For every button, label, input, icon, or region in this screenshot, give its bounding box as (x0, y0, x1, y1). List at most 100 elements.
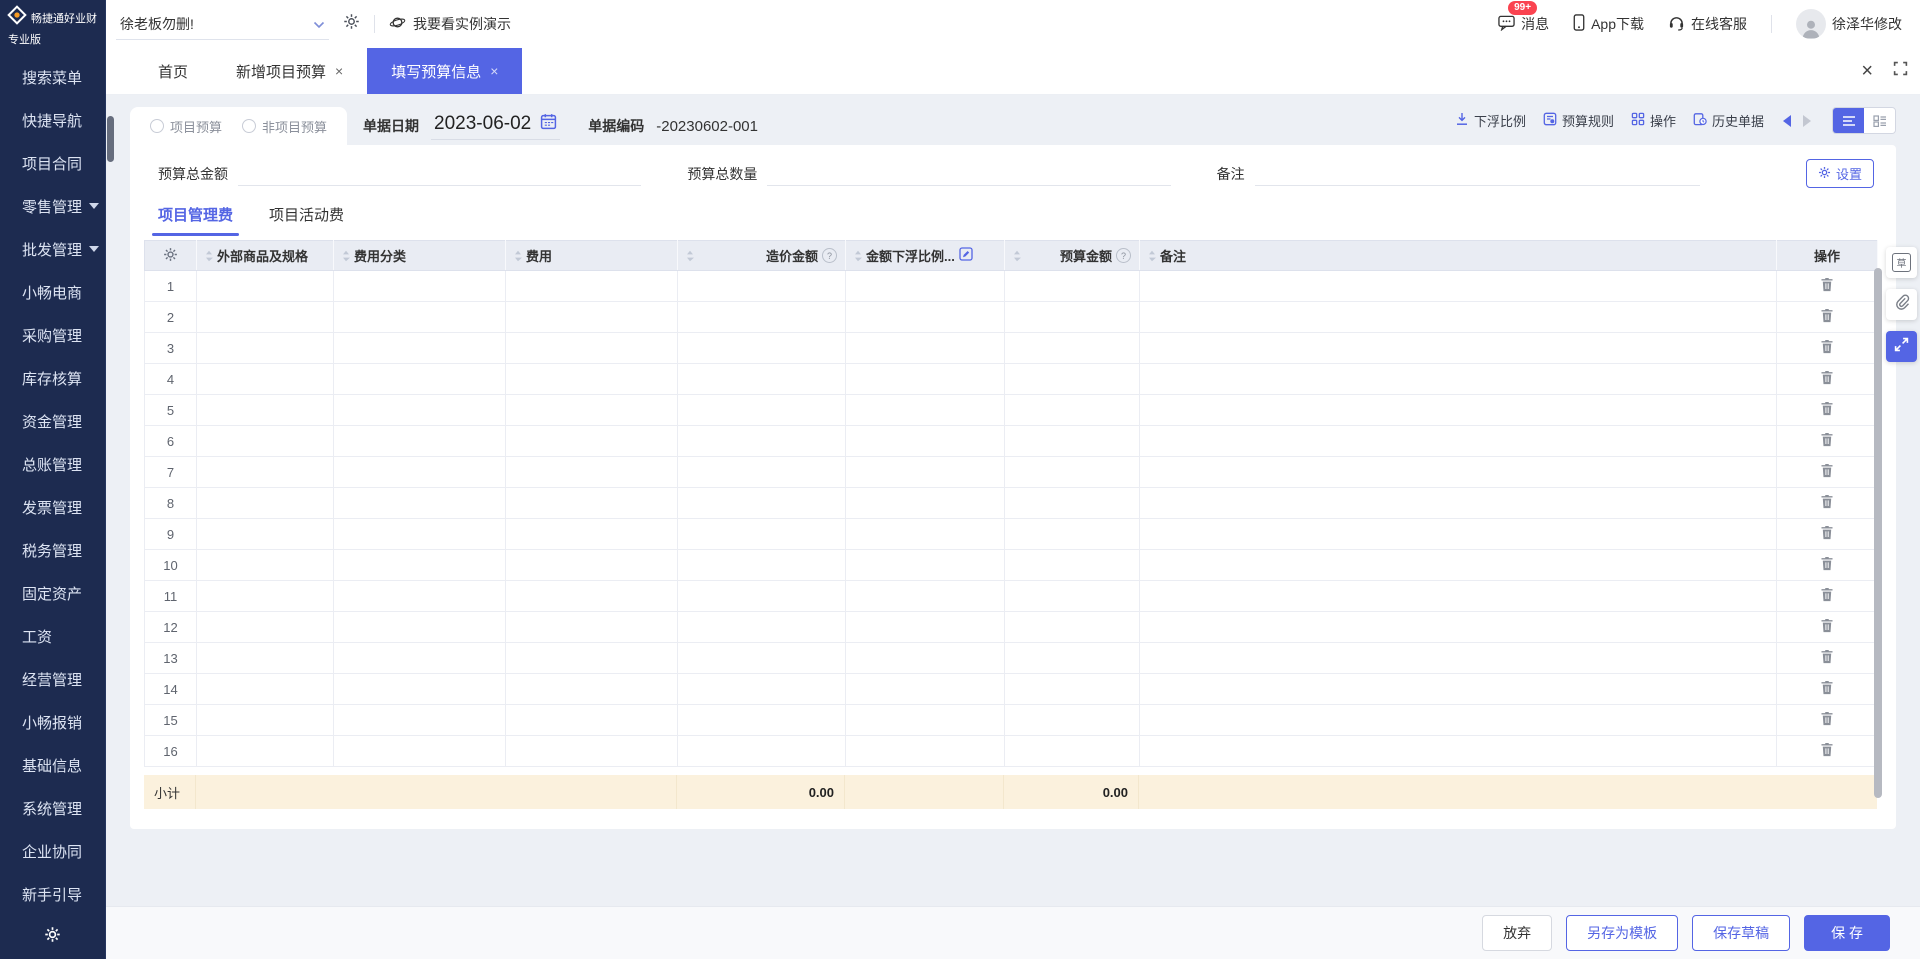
tab-project-activity-fee[interactable]: 项目活动费 (269, 204, 344, 236)
sidebar-item-6[interactable]: 小畅电商 (0, 271, 105, 314)
summary-field-input[interactable] (1254, 163, 1700, 186)
grid-cell-empty[interactable] (196, 735, 334, 767)
grid-cell-empty[interactable] (1139, 549, 1777, 581)
help-icon[interactable]: ? (822, 248, 837, 263)
sort-arrows-icon[interactable] (1013, 250, 1021, 262)
document-tab-1[interactable]: 首页 (134, 48, 212, 94)
calendar-icon[interactable] (540, 113, 557, 135)
delete-row-button[interactable] (1820, 587, 1834, 602)
grid-cell-empty[interactable] (845, 673, 1005, 705)
grid-cell-empty[interactable] (1004, 301, 1140, 333)
grid-cell-empty[interactable] (677, 332, 846, 364)
save-draft-button[interactable]: 保存草稿 (1692, 915, 1791, 951)
grid-cell-empty[interactable] (505, 611, 678, 643)
user-menu[interactable]: 徐泽华修改 (1796, 9, 1902, 39)
grid-cell-empty[interactable] (1139, 270, 1777, 302)
sidebar-item-14[interactable]: 工资 (0, 615, 105, 658)
sidebar-settings-button[interactable] (0, 916, 105, 959)
sidebar-item-18[interactable]: 系统管理 (0, 787, 105, 830)
grid-cell-empty[interactable] (1004, 611, 1140, 643)
prev-doc-arrow-icon[interactable] (1783, 114, 1791, 127)
grid-cell-empty[interactable] (333, 394, 506, 426)
demo-link[interactable]: 我要看实例演示 (389, 14, 511, 34)
grid-cell-empty[interactable] (196, 394, 334, 426)
gear-icon[interactable] (163, 247, 178, 265)
delete-row-button[interactable] (1820, 401, 1834, 416)
sort-arrows-icon[interactable] (1148, 250, 1156, 262)
sidebar-item-9[interactable]: 资金管理 (0, 400, 105, 443)
delete-row-button[interactable] (1820, 308, 1834, 323)
summary-field-input[interactable] (238, 163, 642, 186)
grid-cell-empty[interactable] (196, 549, 334, 581)
document-tab-2[interactable]: 新增项目预算 × (212, 48, 367, 94)
grid-cell-empty[interactable] (505, 332, 678, 364)
grid-cell-empty[interactable] (505, 518, 678, 550)
summary-field-input[interactable] (767, 163, 1171, 186)
delete-row-button[interactable] (1820, 370, 1834, 385)
sidebar-item-16[interactable]: 小畅报销 (0, 701, 105, 744)
grid-cell-empty[interactable] (1004, 704, 1140, 736)
grid-cell-empty[interactable] (196, 704, 334, 736)
grid-cell-empty[interactable] (333, 549, 506, 581)
grid-cell-empty[interactable] (333, 270, 506, 302)
sidebar-item-2[interactable]: 快捷导航 (0, 99, 105, 142)
grid-cell-empty[interactable] (505, 673, 678, 705)
next-doc-arrow-icon[interactable] (1803, 114, 1811, 127)
grid-cell-empty[interactable] (1004, 332, 1140, 364)
grid-cell-empty[interactable] (505, 363, 678, 395)
toolbar-link-actions-grid[interactable]: 操作 (1631, 111, 1676, 130)
grid-cell-empty[interactable] (196, 673, 334, 705)
grid-cell-empty[interactable] (1139, 735, 1777, 767)
sort-arrows-icon[interactable] (686, 250, 694, 262)
grid-cell-empty[interactable] (333, 673, 506, 705)
grid-cell-empty[interactable] (677, 642, 846, 674)
sidebar-item-10[interactable]: 总账管理 (0, 443, 105, 486)
grid-cell-empty[interactable] (505, 394, 678, 426)
grid-cell-empty[interactable] (845, 735, 1005, 767)
grid-cell-empty[interactable] (333, 487, 506, 519)
grid-cell-empty[interactable] (845, 301, 1005, 333)
close-tab-icon[interactable]: × (335, 63, 343, 79)
sidebar-item-13[interactable]: 固定资产 (0, 572, 105, 615)
sidebar-item-20[interactable]: 新手引导 (0, 873, 105, 916)
sidebar-item-7[interactable]: 采购管理 (0, 314, 105, 357)
grid-cell-empty[interactable] (845, 487, 1005, 519)
grid-cell-empty[interactable] (845, 518, 1005, 550)
grid-cell-empty[interactable] (1139, 425, 1777, 457)
grid-cell-empty[interactable] (1139, 518, 1777, 550)
grid-cell-empty[interactable] (1139, 704, 1777, 736)
help-icon[interactable]: ? (1116, 248, 1131, 263)
grid-cell-empty[interactable] (1004, 425, 1140, 457)
radio-nonproject-budget[interactable]: 非项目预算 (242, 117, 327, 136)
grid-cell-empty[interactable] (677, 456, 846, 488)
sidebar-item-11[interactable]: 发票管理 (0, 486, 105, 529)
grid-cell-empty[interactable] (845, 549, 1005, 581)
doc-date-input[interactable]: 2023-06-02 (431, 113, 561, 140)
sidebar-item-3[interactable]: 项目合同 (0, 142, 105, 185)
sidebar-scrollbar[interactable] (107, 116, 114, 162)
grid-cell-empty[interactable] (333, 735, 506, 767)
grid-cell-empty[interactable] (845, 456, 1005, 488)
grid-cell-empty[interactable] (1004, 735, 1140, 767)
delete-row-button[interactable] (1820, 711, 1834, 726)
grid-cell-empty[interactable] (196, 332, 334, 364)
delete-row-button[interactable] (1820, 680, 1834, 695)
grid-cell-empty[interactable] (677, 735, 846, 767)
sort-arrows-icon[interactable] (514, 250, 522, 262)
grid-cell-empty[interactable] (1139, 673, 1777, 705)
grid-cell-empty[interactable] (1139, 487, 1777, 519)
sidebar-item-12[interactable]: 税务管理 (0, 529, 105, 572)
settings-button[interactable]: 设置 (1805, 159, 1874, 188)
grid-cell-empty[interactable] (1004, 456, 1140, 488)
toolbar-link-float-ratio[interactable]: 下浮比例 (1455, 111, 1526, 130)
sidebar-item-1[interactable]: 搜索菜单 (0, 56, 105, 99)
grid-cell-empty[interactable] (677, 580, 846, 612)
grid-cell-empty[interactable] (845, 332, 1005, 364)
grid-cell-empty[interactable] (196, 580, 334, 612)
messages-button[interactable]: 99+ 消息 (1498, 1, 1549, 34)
sidebar-item-19[interactable]: 企业协同 (0, 830, 105, 873)
grid-cell-empty[interactable] (505, 301, 678, 333)
card-view-button[interactable] (1864, 108, 1895, 133)
grid-cell-empty[interactable] (677, 270, 846, 302)
grid-cell-empty[interactable] (505, 549, 678, 581)
